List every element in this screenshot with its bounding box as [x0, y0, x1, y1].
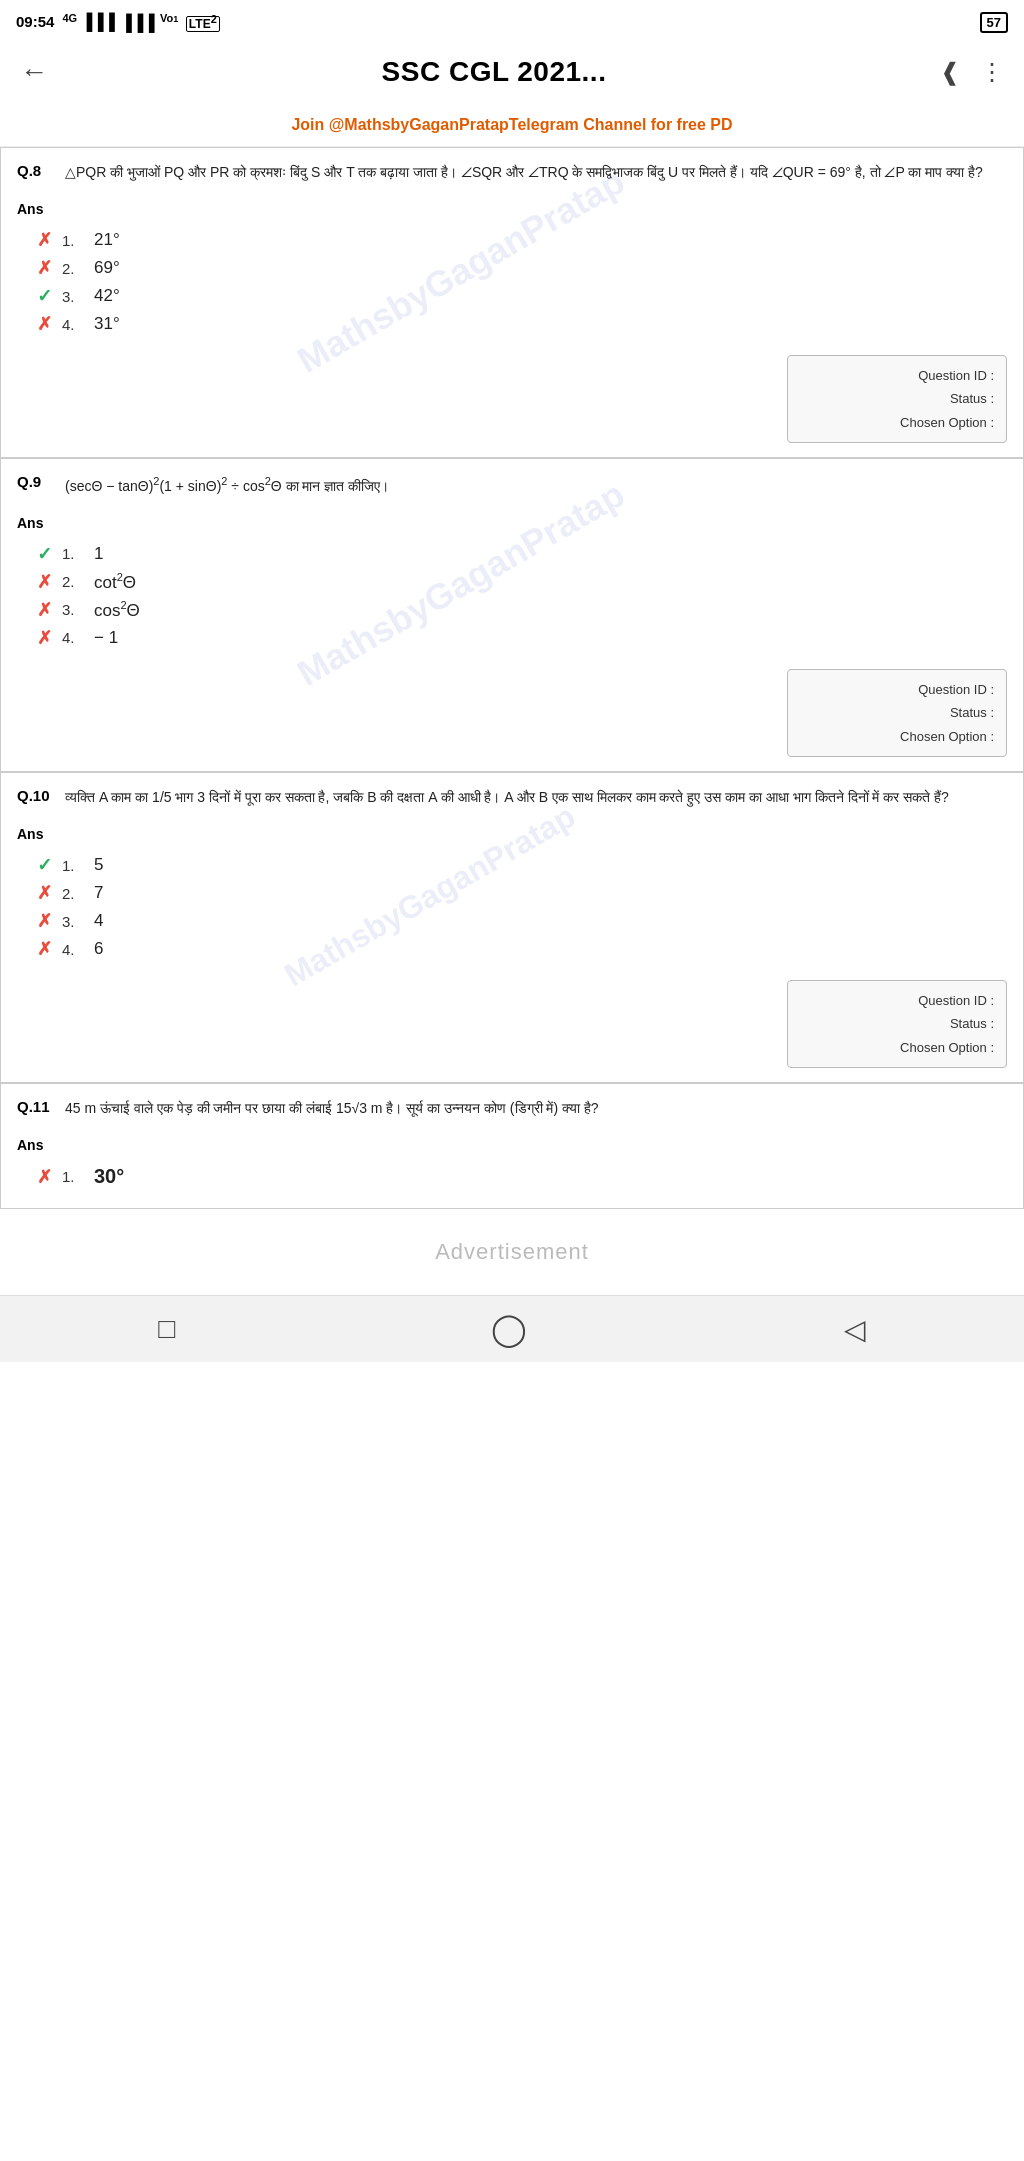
chosen-option-label-8: Chosen Option :	[900, 411, 994, 434]
question-8-wrapper: MathsbyGaganPratap Q.8 △PQR की भुजाओं PQ…	[0, 147, 1024, 458]
status-bar-right: 57	[980, 12, 1008, 33]
option-9-1: ✓ 1. 1	[37, 543, 1007, 565]
wrong-icon-8-1: ✗	[37, 229, 52, 251]
option-10-3: ✗ 3. 4	[37, 910, 1007, 932]
option-10-4: ✗ 4. 6	[37, 938, 1007, 960]
correct-icon-9-1: ✓	[37, 543, 52, 565]
ans-label-9: Ans	[17, 515, 43, 531]
question-id-row-10: Question ID :	[800, 989, 994, 1012]
question-10-block: Q.10 व्यक्ति A काम का 1/5 भाग 3 दिनों मे…	[0, 772, 1024, 1083]
status-label-9: Status :	[950, 701, 994, 724]
wrong-icon-10-2: ✗	[37, 882, 52, 904]
question-9-wrapper: MathsbyGaganPratap Q.9 (secΘ − tanΘ)2(1 …	[0, 458, 1024, 772]
chosen-option-row-8: Chosen Option :	[800, 411, 994, 434]
options-list-11: ✗ 1. 30°	[17, 1165, 1007, 1188]
top-nav: ← SSC CGL 2021... ❰ ⋮	[0, 40, 1024, 104]
question-9-text: (secΘ − tanΘ)2(1 + sinΘ)2 ÷ cos2Θ का मान…	[65, 473, 389, 497]
option-8-2: ✗ 2. 69°	[37, 257, 1007, 279]
option-8-3: ✓ 3. 42°	[37, 285, 1007, 307]
correct-icon-8-3: ✓	[37, 285, 52, 307]
square-button[interactable]: □	[158, 1313, 175, 1345]
battery-display: 57	[980, 12, 1008, 33]
wrong-icon-9-3: ✗	[37, 599, 52, 621]
wrong-icon-9-4: ✗	[37, 627, 52, 649]
promo-text: Join @MathsbyGaganPratapTelegram Channel…	[291, 116, 732, 133]
question-11-wrapper: Q.11 45 m ऊंचाई वाले एक पेड़ की जमीन पर …	[0, 1083, 1024, 1209]
question-id-row-9: Question ID :	[800, 678, 994, 701]
question-10-text: व्यक्ति A काम का 1/5 भाग 3 दिनों में पूर…	[65, 787, 949, 808]
bottom-nav: □ ◯ ◁	[0, 1295, 1024, 1362]
options-list-10: ✓ 1. 5 ✗ 2. 7 ✗ 3. 4 ✗ 4. 6	[17, 854, 1007, 960]
wrong-icon-10-3: ✗	[37, 910, 52, 932]
back-button[interactable]: ←	[20, 56, 48, 88]
chosen-option-row-9: Chosen Option :	[800, 725, 994, 748]
question-id-label-8: Question ID :	[918, 364, 994, 387]
content-area: MathsbyGaganPratap Q.8 △PQR की भुजाओं PQ…	[0, 147, 1024, 1285]
wrong-icon-9-2: ✗	[37, 571, 52, 593]
wrong-icon-8-4: ✗	[37, 313, 52, 335]
promo-banner: Join @MathsbyGaganPratapTelegram Channel…	[0, 104, 1024, 147]
wrong-icon-8-2: ✗	[37, 257, 52, 279]
options-list-8: ✗ 1. 21° ✗ 2. 69° ✓ 3. 42° ✗ 4. 31°	[17, 229, 1007, 335]
status-bar-left: 09:54 4G ▐▐▐ ▐▐▐ Vo1 LTE2	[16, 12, 220, 31]
more-options-icon[interactable]: ⋮	[980, 58, 1004, 86]
question-id-label-9: Question ID :	[918, 678, 994, 701]
question-id-row-8: Question ID :	[800, 364, 994, 387]
option-10-2: ✗ 2. 7	[37, 882, 1007, 904]
question-10-header: Q.10 व्यक्ति A काम का 1/5 भाग 3 दिनों मे…	[17, 787, 1007, 808]
info-box-8: Question ID : Status : Chosen Option :	[787, 355, 1007, 443]
question-10-num: Q.10	[17, 787, 57, 804]
status-bar: 09:54 4G ▐▐▐ ▐▐▐ Vo1 LTE2 57	[0, 0, 1024, 40]
chosen-option-label-9: Chosen Option :	[900, 725, 994, 748]
option-11-1: ✗ 1. 30°	[37, 1165, 1007, 1188]
network-indicator: 4G ▐▐▐ ▐▐▐ Vo1 LTE2	[62, 12, 219, 31]
back-button-nav[interactable]: ◁	[844, 1313, 866, 1346]
nav-icons: ❰ ⋮	[940, 58, 1004, 86]
info-box-10: Question ID : Status : Chosen Option :	[787, 980, 1007, 1068]
page-title: SSC CGL 2021...	[382, 56, 607, 88]
status-row-10: Status :	[800, 1012, 994, 1035]
question-10-wrapper: MathsbyGaganPratap Q.10 व्यक्ति A काम का…	[0, 772, 1024, 1083]
question-8-text: △PQR की भुजाओं PQ और PR को क्रमशः बिंदु …	[65, 162, 983, 183]
correct-icon-10-1: ✓	[37, 854, 52, 876]
ans-label-8: Ans	[17, 201, 43, 217]
question-8-header: Q.8 △PQR की भुजाओं PQ और PR को क्रमशः बि…	[17, 162, 1007, 183]
question-11-block: Q.11 45 m ऊंचाई वाले एक पेड़ की जमीन पर …	[0, 1083, 1024, 1209]
status-label-8: Status :	[950, 387, 994, 410]
time-display: 09:54	[16, 13, 54, 30]
question-9-num: Q.9	[17, 473, 57, 490]
status-row-9: Status :	[800, 701, 994, 724]
question-11-num: Q.11	[17, 1098, 57, 1115]
share-icon[interactable]: ❰	[940, 58, 960, 86]
info-box-9: Question ID : Status : Chosen Option :	[787, 669, 1007, 757]
ans-label-11: Ans	[17, 1137, 43, 1153]
option-10-1: ✓ 1. 5	[37, 854, 1007, 876]
option-9-2: ✗ 2. cot2Θ	[37, 571, 1007, 593]
ans-label-10: Ans	[17, 826, 43, 842]
question-8-block: Q.8 △PQR की भुजाओं PQ और PR को क्रमशः बि…	[0, 147, 1024, 458]
chosen-option-row-10: Chosen Option :	[800, 1036, 994, 1059]
option-8-4: ✗ 4. 31°	[37, 313, 1007, 335]
option-8-1: ✗ 1. 21°	[37, 229, 1007, 251]
option-9-4: ✗ 4. − 1	[37, 627, 1007, 649]
status-label-10: Status :	[950, 1012, 994, 1035]
ad-text: Advertisement	[435, 1239, 589, 1264]
home-button[interactable]: ◯	[491, 1310, 527, 1348]
wrong-icon-11-1: ✗	[37, 1166, 52, 1188]
question-9-block: Q.9 (secΘ − tanΘ)2(1 + sinΘ)2 ÷ cos2Θ का…	[0, 458, 1024, 772]
ad-footer: Advertisement	[0, 1209, 1024, 1285]
question-8-num: Q.8	[17, 162, 57, 179]
wrong-icon-10-4: ✗	[37, 938, 52, 960]
question-11-text: 45 m ऊंचाई वाले एक पेड़ की जमीन पर छाया …	[65, 1098, 599, 1119]
status-row-8: Status :	[800, 387, 994, 410]
question-9-header: Q.9 (secΘ − tanΘ)2(1 + sinΘ)2 ÷ cos2Θ का…	[17, 473, 1007, 497]
options-list-9: ✓ 1. 1 ✗ 2. cot2Θ ✗ 3. cos2Θ ✗ 4. −	[17, 543, 1007, 649]
question-11-header: Q.11 45 m ऊंचाई वाले एक पेड़ की जमीन पर …	[17, 1098, 1007, 1119]
question-id-label-10: Question ID :	[918, 989, 994, 1012]
option-9-3: ✗ 3. cos2Θ	[37, 599, 1007, 621]
chosen-option-label-10: Chosen Option :	[900, 1036, 994, 1059]
